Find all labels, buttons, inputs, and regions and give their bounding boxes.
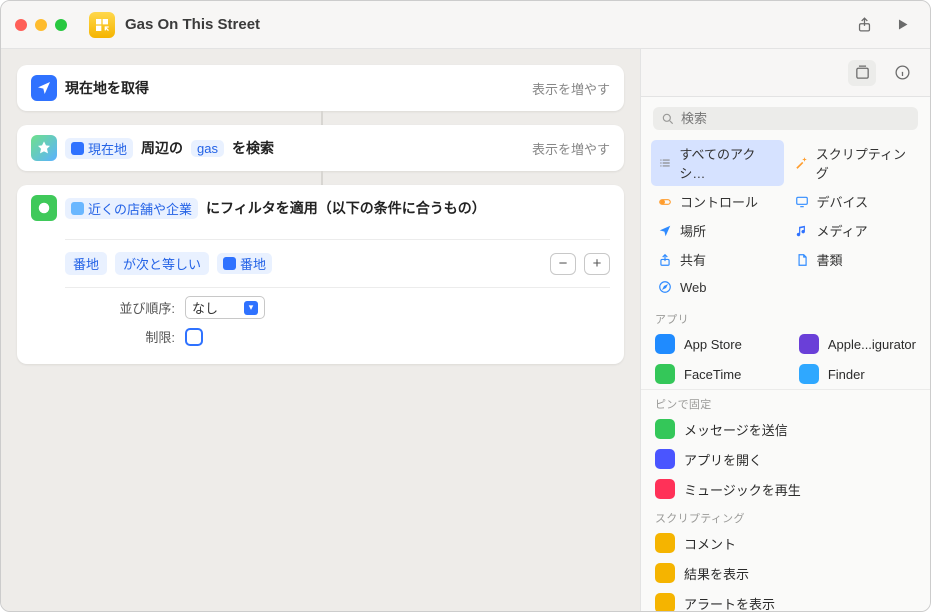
category-display[interactable]: デバイス xyxy=(788,188,921,215)
wand-icon xyxy=(794,155,809,171)
filter-icon xyxy=(31,195,57,221)
list-icon xyxy=(657,155,672,171)
list-item[interactable]: App Store xyxy=(641,329,785,359)
shortcut-app-icon xyxy=(89,12,115,38)
list-item[interactable]: アラートを表示 xyxy=(641,588,930,611)
pinned-list: メッセージを送信アプリを開くミュージックを再生 xyxy=(641,414,930,504)
app-icon xyxy=(655,563,675,583)
show-more-link[interactable]: 表示を増やす xyxy=(532,79,610,98)
filter-field[interactable]: 番地 xyxy=(65,252,107,275)
app-icon xyxy=(655,533,675,553)
safari-icon xyxy=(657,279,673,295)
close-window-button[interactable] xyxy=(15,19,27,31)
variable-nearby-businesses[interactable]: 近くの店舗や企業 xyxy=(65,198,198,219)
actions-sidebar: すべてのアクシ…スクリプティングコントロールデバイス場所メディア共有書類Web … xyxy=(640,49,930,611)
apps-list: App StoreApple...iguratorFaceTimeFinder xyxy=(641,329,930,389)
app-icon xyxy=(799,364,819,384)
nav-icon xyxy=(657,223,673,239)
category-grid: すべてのアクシ…スクリプティングコントロールデバイス場所メディア共有書類Web xyxy=(641,140,930,305)
location-token-icon xyxy=(223,257,236,270)
category-share[interactable]: 共有 xyxy=(651,246,784,273)
switch-icon xyxy=(657,194,673,210)
main-split: 現在地を取得 表示を増やす 現在地 周辺の ga xyxy=(1,49,930,611)
library-toggle-button[interactable] xyxy=(848,60,876,86)
action-filter[interactable]: 近くの店舗や企業 にフィルタを適用（以下の条件に合うもの） 番地 が次と等しい … xyxy=(17,185,624,364)
section-apps: アプリ xyxy=(641,305,930,329)
location-arrow-icon xyxy=(31,75,57,101)
note-icon xyxy=(794,223,810,239)
add-condition-button[interactable]: + xyxy=(584,253,610,275)
action-title: 現在地を取得 xyxy=(65,78,149,98)
zoom-window-button[interactable] xyxy=(55,19,67,31)
limit-label: 制限: xyxy=(65,327,175,346)
app-icon xyxy=(655,334,675,354)
category-list[interactable]: すべてのアクシ… xyxy=(651,140,784,186)
category-doc[interactable]: 書類 xyxy=(788,246,921,273)
list-item[interactable]: ミュージックを再生 xyxy=(641,474,930,504)
category-safari[interactable]: Web xyxy=(651,275,784,299)
variable-current-location[interactable]: 現在地 xyxy=(65,138,133,159)
maps-icon xyxy=(31,135,57,161)
share-button[interactable] xyxy=(850,12,878,38)
app-icon xyxy=(655,593,675,611)
filter-condition-row: 番地 が次と等しい 番地 − + xyxy=(65,244,610,283)
section-pinned: ピンで固定 xyxy=(641,390,930,414)
action-search-maps[interactable]: 現在地 周辺の gas を検索 表示を増やす xyxy=(17,125,624,171)
search-query-token[interactable]: gas xyxy=(191,140,224,157)
app-icon xyxy=(655,449,675,469)
action-get-current-location[interactable]: 現在地を取得 表示を増やす xyxy=(17,65,624,111)
list-item[interactable]: Apple...igurator xyxy=(785,329,930,359)
shortcut-title: Gas On This Street xyxy=(125,16,840,33)
search-icon xyxy=(661,112,675,126)
remove-condition-button[interactable]: − xyxy=(550,253,576,275)
app-icon xyxy=(655,364,675,384)
category-note[interactable]: メディア xyxy=(788,217,921,244)
share-icon xyxy=(657,252,673,268)
search-input[interactable] xyxy=(681,111,910,126)
app-icon xyxy=(655,479,675,499)
category-nav[interactable]: 場所 xyxy=(651,217,784,244)
action-text: 周辺の xyxy=(141,138,183,158)
list-item[interactable]: Finder xyxy=(785,359,930,389)
show-more-link[interactable]: 表示を増やす xyxy=(532,139,610,158)
action-text-suffix: を検索 xyxy=(232,138,274,158)
filter-operator[interactable]: が次と等しい xyxy=(115,252,209,275)
display-icon xyxy=(794,194,810,210)
business-token-icon xyxy=(71,202,84,215)
info-button[interactable] xyxy=(888,60,916,86)
action-text: にフィルタを適用（以下の条件に合うもの） xyxy=(206,198,486,218)
list-item[interactable]: FaceTime xyxy=(641,359,785,389)
app-icon xyxy=(799,334,819,354)
chevron-updown-icon: ▾ xyxy=(244,301,258,315)
titlebar: Gas On This Street xyxy=(1,1,930,49)
category-switch[interactable]: コントロール xyxy=(651,188,784,215)
list-item[interactable]: 結果を表示 xyxy=(641,558,930,588)
sort-label: 並び順序: xyxy=(65,298,175,317)
doc-icon xyxy=(794,252,810,268)
search-field[interactable] xyxy=(653,107,918,130)
app-window: Gas On This Street 現在地を取得 表示を増やす xyxy=(0,0,931,612)
workflow-editor: 現在地を取得 表示を増やす 現在地 周辺の ga xyxy=(1,49,640,611)
window-controls xyxy=(15,19,67,31)
location-token-icon xyxy=(71,142,84,155)
run-button[interactable] xyxy=(888,12,916,38)
minimize-window-button[interactable] xyxy=(35,19,47,31)
limit-checkbox[interactable] xyxy=(185,328,203,346)
app-icon xyxy=(655,419,675,439)
filter-value-token[interactable]: 番地 xyxy=(217,253,272,274)
sort-order-select[interactable]: なし ▾ xyxy=(185,296,265,319)
sidebar-toolbar xyxy=(641,49,930,97)
section-scripting: スクリプティング xyxy=(641,504,930,528)
list-item[interactable]: コメント xyxy=(641,528,930,558)
list-item[interactable]: アプリを開く xyxy=(641,444,930,474)
category-wand[interactable]: スクリプティング xyxy=(788,140,921,186)
scripting-list: コメント結果を表示アラートを表示入力を要求数えるメニューから選択 xyxy=(641,528,930,611)
list-item[interactable]: メッセージを送信 xyxy=(641,414,930,444)
